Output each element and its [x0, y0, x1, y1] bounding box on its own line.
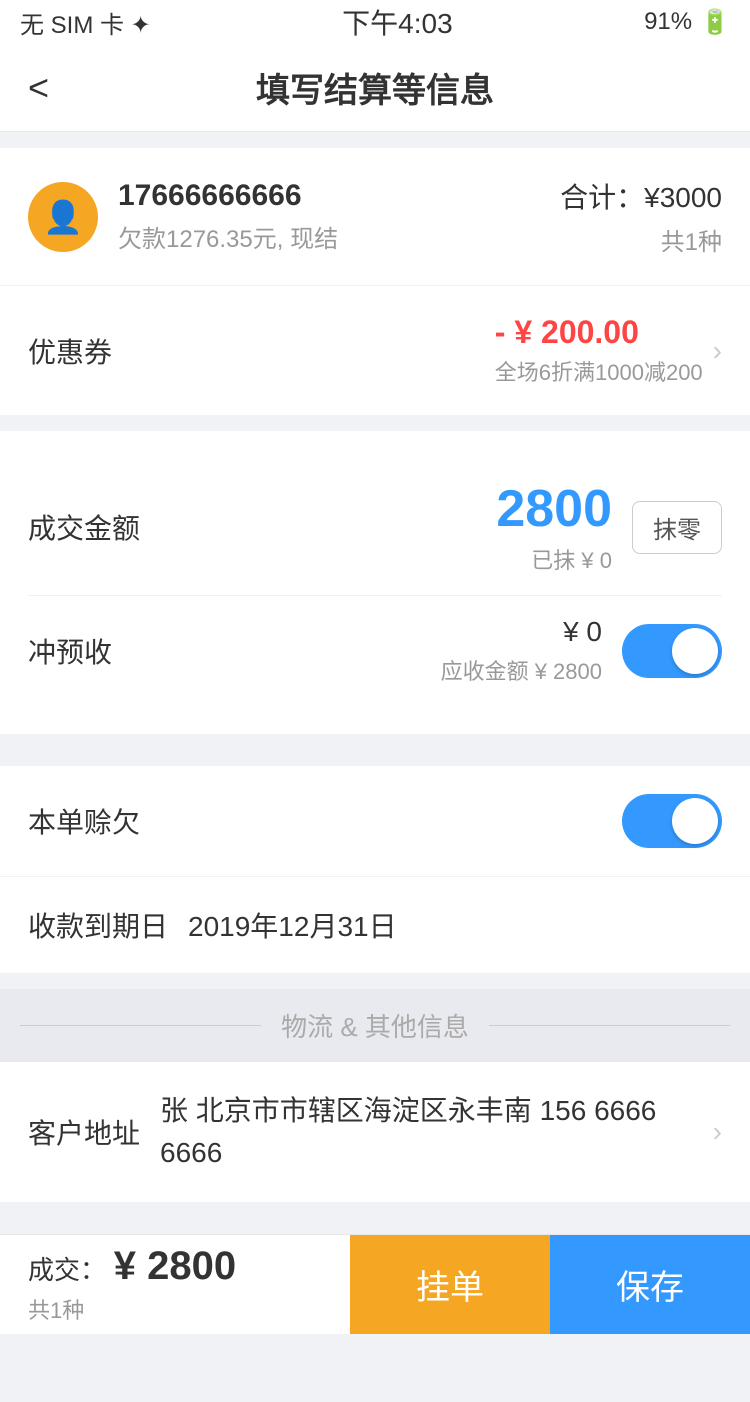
duedate-section: 收款到期日 2019年12月31日 [0, 877, 750, 973]
card-total: 合计：¥3000 [560, 176, 722, 216]
customer-sub-info: 欠款1276.35元, 现结 [118, 219, 338, 254]
address-value: 张 北京市市辖区海淀区永丰南 156 6666 6666 [160, 1090, 713, 1174]
card-left: 👤 17666666666 欠款1276.35元, 现结 [28, 179, 338, 254]
deal-amount-info: 2800 已抹 ¥ 0 [496, 479, 612, 575]
debt-section: 本单赊欠 [0, 766, 750, 876]
coupon-info: - ¥ 200.00 全场6折满1000减200 [495, 314, 703, 387]
round-button[interactable]: 抹零 [632, 501, 722, 554]
sim-label: 无 SIM 卡 ✦ [20, 5, 151, 40]
footer-amount: ¥ 2800 [114, 1244, 236, 1288]
back-button[interactable]: < [28, 67, 49, 109]
divider-1 [0, 415, 750, 431]
prepayment-toggle-wrapper [622, 624, 722, 678]
prepayment-toggle[interactable] [622, 624, 722, 678]
prepayment-right: ¥ 0 应收金额 ¥ 2800 [441, 616, 722, 686]
debt-label: 本单赊欠 [28, 801, 140, 841]
battery-label: 91% [644, 8, 692, 36]
card-right: 合计：¥3000 共1种 [560, 176, 722, 257]
coupon-label: 优惠券 [28, 331, 112, 371]
coupon-right: - ¥ 200.00 全场6折满1000减200 › [495, 314, 722, 387]
customer-card: 👤 17666666666 欠款1276.35元, 现结 合计：¥3000 共1… [0, 148, 750, 285]
duedate-value: 2019年12月31日 [188, 905, 397, 945]
footer-count: 共1种 [28, 1293, 350, 1325]
coupon-amount: - ¥ 200.00 [495, 314, 703, 351]
battery-icon: 🔋 [700, 8, 730, 37]
save-button[interactable]: 保存 [550, 1235, 750, 1334]
avatar: 👤 [28, 182, 98, 252]
customer-phone: 17666666666 [118, 179, 338, 213]
amount-section: 成交金额 2800 已抹 ¥ 0 抹零 冲预收 ¥ 0 应收金额 ¥ 2800 [0, 431, 750, 734]
footer-deal-label: 成交： [28, 1255, 106, 1285]
hang-button[interactable]: 挂单 [350, 1235, 550, 1334]
status-left: 无 SIM 卡 ✦ [20, 5, 151, 40]
deal-amount-value: 2800 [496, 479, 612, 539]
debt-toggle[interactable] [622, 794, 722, 848]
card-info: 17666666666 欠款1276.35元, 现结 [118, 179, 338, 254]
logistics-label: 物流 & 其他信息 [281, 1007, 469, 1044]
prepayment-sub: 应收金额 ¥ 2800 [441, 654, 602, 686]
prepayment-info: ¥ 0 应收金额 ¥ 2800 [441, 616, 602, 686]
status-time: 下午4:03 [342, 2, 453, 42]
logistics-divider: 物流 & 其他信息 [0, 989, 750, 1062]
footer-info: 成交： ¥ 2800 共1种 [0, 1235, 350, 1334]
prepayment-label: 冲预收 [28, 631, 112, 671]
deal-amount-sub: 已抹 ¥ 0 [496, 543, 612, 575]
chevron-right-icon: › [713, 335, 722, 367]
divider-2 [0, 734, 750, 750]
duedate-label: 收款到期日 [28, 905, 168, 945]
deal-amount-row: 成交金额 2800 已抹 ¥ 0 抹零 [28, 459, 722, 595]
prepayment-amount: ¥ 0 [441, 616, 602, 648]
page-title: 填写结算等信息 [256, 63, 494, 112]
footer: 成交： ¥ 2800 共1种 挂单 保存 [0, 1234, 750, 1334]
status-right: 91% 🔋 [644, 8, 730, 37]
card-count: 共1种 [560, 222, 722, 257]
logistics-line-left [20, 1025, 261, 1026]
deal-amount-label: 成交金额 [28, 507, 140, 547]
prepayment-row: 冲预收 ¥ 0 应收金额 ¥ 2800 [28, 595, 722, 706]
address-chevron-icon: › [713, 1116, 722, 1148]
logistics-line-right [489, 1025, 730, 1026]
debt-toggle-wrapper [622, 794, 722, 848]
deal-amount-right: 2800 已抹 ¥ 0 抹零 [496, 479, 722, 575]
address-section[interactable]: 客户地址 张 北京市市辖区海淀区永丰南 156 6666 6666 › [0, 1062, 750, 1202]
footer-deal-row: 成交： ¥ 2800 [28, 1244, 350, 1289]
address-label: 客户地址 [28, 1112, 140, 1152]
status-bar: 无 SIM 卡 ✦ 下午4:03 91% 🔋 [0, 0, 750, 44]
nav-bar: < 填写结算等信息 [0, 44, 750, 132]
coupon-desc: 全场6折满1000减200 [495, 355, 703, 387]
coupon-section[interactable]: 优惠券 - ¥ 200.00 全场6折满1000减200 › [0, 286, 750, 415]
